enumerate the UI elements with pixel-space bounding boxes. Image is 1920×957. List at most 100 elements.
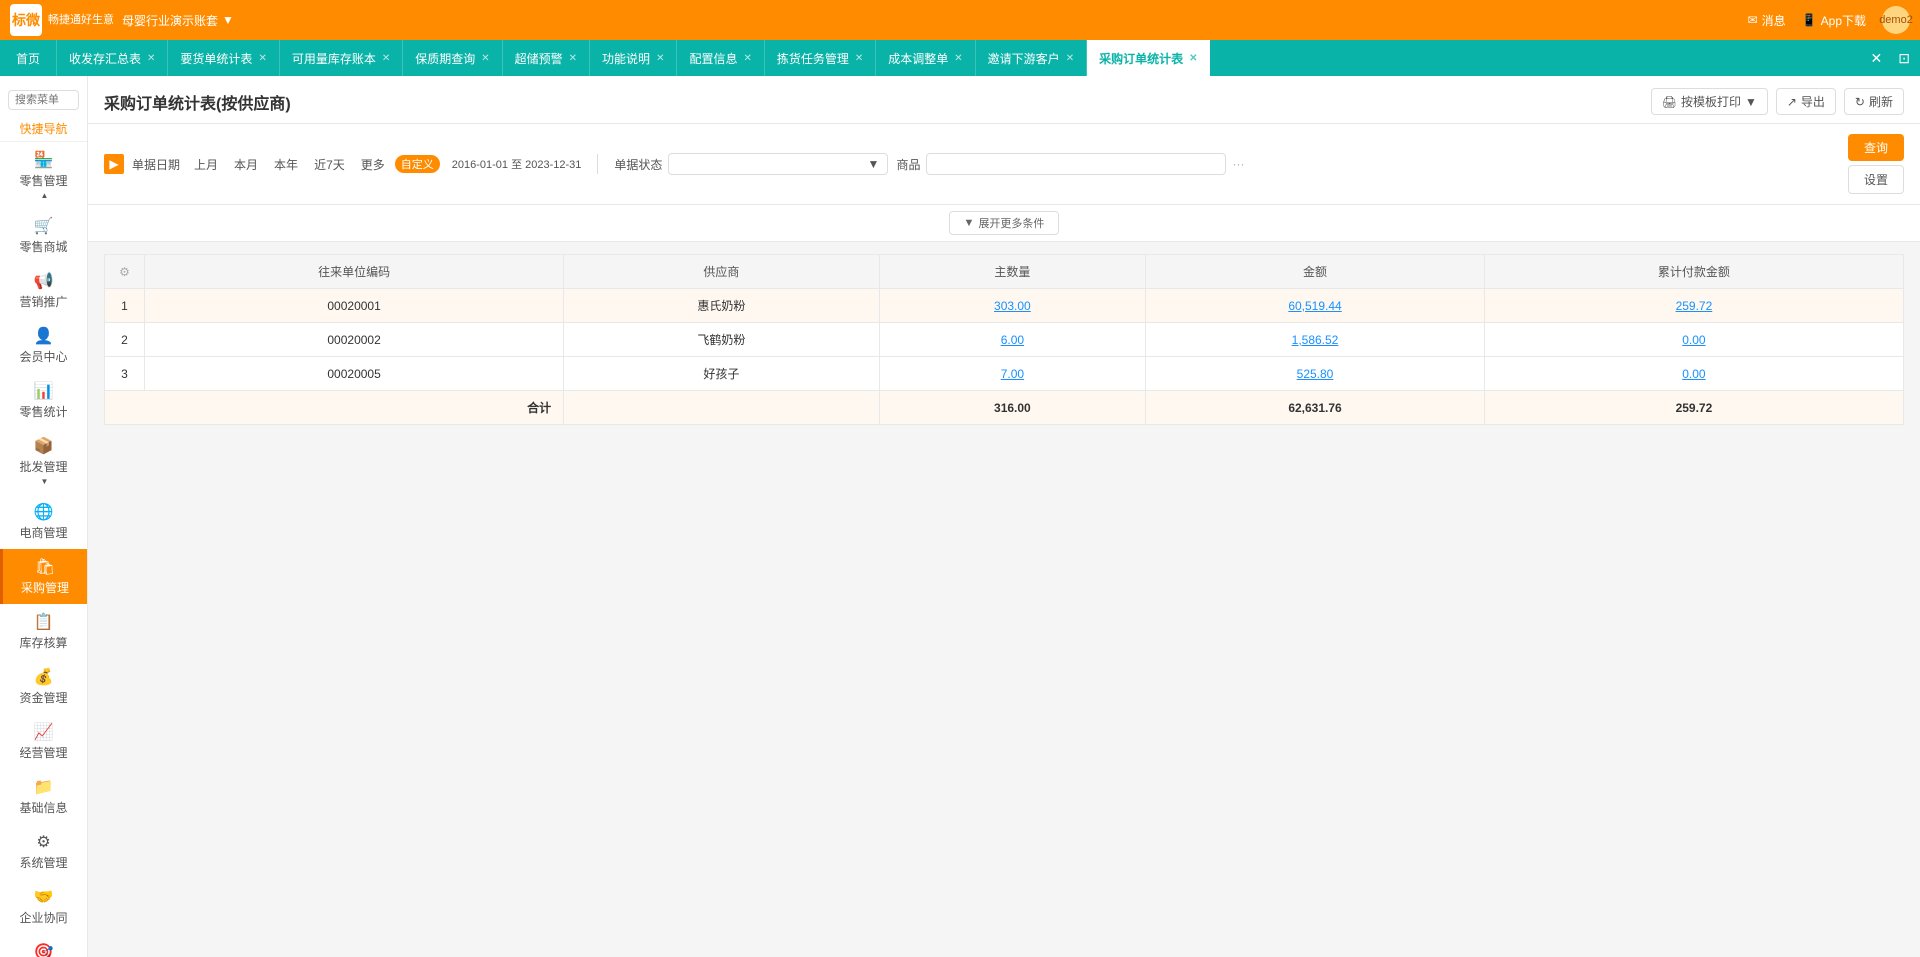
tab-home[interactable]: 首页 xyxy=(0,40,57,76)
status-filter-group: 单据状态 ▼ xyxy=(614,153,888,175)
row-amount-3[interactable]: 525.80 xyxy=(1146,357,1485,391)
row-main-qty-1[interactable]: 303.00 xyxy=(879,289,1146,323)
close-icon[interactable]: ✕ xyxy=(481,53,489,64)
sidebar-item-stock-verify[interactable]: 📋 库存核算 xyxy=(0,604,87,659)
row-main-qty-3[interactable]: 7.00 xyxy=(879,357,1146,391)
filter-bar: ▶ 单据日期 上月 本月 本年 近7天 更多 自定义 2016-01-01 至 … xyxy=(88,124,1920,205)
date-filter-label: 单据日期 xyxy=(132,156,180,173)
sidebar-item-retail-stats[interactable]: 📊 零售统计 xyxy=(0,373,87,428)
basic-icon: 📁 xyxy=(34,777,54,797)
tab-purchase-summary[interactable]: 采购订单统计表 ✕ xyxy=(1087,40,1210,76)
search-input[interactable] xyxy=(8,90,79,110)
date-cur-month-btn[interactable]: 本月 xyxy=(228,154,264,175)
main-layout: 快捷导航 🏪 零售管理 🛒 零售商城 📢 营销推广 👤 会员中心 📊 零售统计 … xyxy=(0,76,1920,957)
date-cur-year-btn[interactable]: 本年 xyxy=(268,154,304,175)
filter-toggle-btn[interactable]: ▶ xyxy=(104,154,124,174)
ecom-icon: 🌐 xyxy=(34,502,54,522)
user-avatar-btn[interactable]: demo2 xyxy=(1882,6,1910,34)
date-prev-month-btn[interactable]: 上月 xyxy=(188,154,224,175)
close-icon[interactable]: ✕ xyxy=(855,53,863,64)
tab-expiry-query[interactable]: 保质期查询 ✕ xyxy=(403,40,502,76)
wholesale-icon: 📦 xyxy=(34,436,54,456)
table-footer-row: 合计 316.00 62,631.76 259.72 xyxy=(105,391,1904,425)
sidebar-item-purchase-mgmt[interactable]: 🛍 采购管理 xyxy=(0,549,87,604)
row-paid-amount-1[interactable]: 259.72 xyxy=(1484,289,1903,323)
maximize-btn[interactable]: ⊡ xyxy=(1892,48,1916,69)
sidebar-item-retail-shop[interactable]: 🛒 零售商城 xyxy=(0,208,87,263)
tab-config-info[interactable]: 配置信息 ✕ xyxy=(677,40,764,76)
close-icon[interactable]: ✕ xyxy=(656,53,664,64)
col-settings[interactable]: ⚙ xyxy=(105,255,145,289)
message-btn[interactable]: ✉ 消息 xyxy=(1748,12,1786,29)
tab-order-summary[interactable]: 要货单统计表 ✕ xyxy=(168,40,279,76)
row-main-qty-2[interactable]: 6.00 xyxy=(879,323,1146,357)
close-icon[interactable]: ✕ xyxy=(258,53,266,64)
sidebar-item-ecom-mgmt[interactable]: 🌐 电商管理 xyxy=(0,494,87,549)
tab-function-desc[interactable]: 功能说明 ✕ xyxy=(590,40,677,76)
app-download-btn[interactable]: 📱 App下载 xyxy=(1802,12,1866,29)
date-quick-btns: 上月 本月 本年 近7天 更多 自定义 xyxy=(188,154,440,175)
date-7days-btn[interactable]: 近7天 xyxy=(308,154,351,175)
goods-filter-label: 商品 xyxy=(896,156,920,173)
close-icon[interactable]: ✕ xyxy=(1189,53,1197,64)
footer-main-qty: 316.00 xyxy=(879,391,1146,425)
sidebar-item-new-guide[interactable]: 🎯 新手引导 xyxy=(0,934,87,957)
date-more-btn[interactable]: 更多 xyxy=(355,154,391,175)
export-btn[interactable]: ↗ 导出 xyxy=(1776,88,1836,115)
query-btn[interactable]: 查询 xyxy=(1848,134,1904,161)
goods-more-btn[interactable]: ··· xyxy=(1232,157,1244,171)
close-icon[interactable]: ✕ xyxy=(954,53,962,64)
sidebar-item-marketing[interactable]: 📢 营销推广 xyxy=(0,263,87,318)
ops-icon: 📈 xyxy=(34,722,54,742)
close-icon[interactable]: ✕ xyxy=(1066,53,1074,64)
purchase-icon: 🛍 xyxy=(35,557,55,577)
close-icon[interactable]: ✕ xyxy=(569,53,577,64)
sidebar-item-member-center[interactable]: 👤 会员中心 xyxy=(0,318,87,373)
goods-filter-input[interactable] xyxy=(926,153,1226,175)
table-area: ⚙ 往来单位编码 供应商 主数量 金额 累计付款金额 1 00020001 惠氏… xyxy=(88,242,1920,957)
avatar: demo2 xyxy=(1882,6,1910,34)
sidebar-item-quick-nav[interactable]: 快捷导航 xyxy=(0,116,87,142)
member-icon: 👤 xyxy=(34,326,54,346)
data-table: ⚙ 往来单位编码 供应商 主数量 金额 累计付款金额 1 00020001 惠氏… xyxy=(104,254,1904,425)
retail-icon: 🏪 xyxy=(34,150,54,170)
settings-btn[interactable]: 设置 xyxy=(1848,165,1904,194)
tab-cost-adjust[interactable]: 成本调整单 ✕ xyxy=(876,40,975,76)
sidebar-item-basic-info[interactable]: 📁 基础信息 xyxy=(0,769,87,824)
stats-icon: 📊 xyxy=(34,381,54,401)
marketing-icon: 📢 xyxy=(34,271,54,291)
tab-available-stock[interactable]: 可用量库存账本 ✕ xyxy=(280,40,403,76)
sidebar-item-retail-mgmt[interactable]: 🏪 零售管理 xyxy=(0,142,87,208)
expand-more-btn[interactable]: ▼ 展开更多条件 xyxy=(949,211,1060,235)
tab-pick-task-mgmt[interactable]: 拣货任务管理 ✕ xyxy=(765,40,876,76)
page-header: 采购订单统计表(按供应商) 🖨 按模板打印 ▼ ↗ 导出 ↻ 刷新 xyxy=(88,76,1920,124)
close-icon[interactable]: ✕ xyxy=(382,53,390,64)
sidebar-item-enterprise-collab[interactable]: 🤝 企业协同 xyxy=(0,879,87,934)
status-filter-select[interactable]: ▼ xyxy=(668,153,888,175)
row-paid-amount-2[interactable]: 0.00 xyxy=(1484,323,1903,357)
tab-invite-customer[interactable]: 邀请下游客户 ✕ xyxy=(976,40,1087,76)
refresh-btn[interactable]: ↻ 刷新 xyxy=(1844,88,1904,115)
table-row: 1 00020001 惠氏奶粉 303.00 60,519.44 259.72 xyxy=(105,289,1904,323)
sidebar-item-sys-mgmt[interactable]: ⚙ 系统管理 xyxy=(0,824,87,879)
close-all-tabs-btn[interactable]: ✕ xyxy=(1865,48,1889,69)
download-icon: 📱 xyxy=(1802,13,1817,27)
close-icon[interactable]: ✕ xyxy=(743,53,751,64)
tab-overstock-alert[interactable]: 超储预警 ✕ xyxy=(503,40,590,76)
template-print-btn[interactable]: 🖨 按模板打印 ▼ xyxy=(1651,88,1768,115)
sidebar-item-finance-mgmt[interactable]: 💰 资金管理 xyxy=(0,659,87,714)
col-main-qty: 主数量 xyxy=(879,255,1146,289)
sidebar-item-ops-mgmt[interactable]: 📈 经营管理 xyxy=(0,714,87,769)
footer-paid-amount: 259.72 xyxy=(1484,391,1903,425)
row-amount-2[interactable]: 1,586.52 xyxy=(1146,323,1485,357)
close-icon[interactable]: ✕ xyxy=(147,53,155,64)
sidebar-item-wholesale-mgmt[interactable]: 📦 批发管理 xyxy=(0,428,87,494)
row-amount-1[interactable]: 60,519.44 xyxy=(1146,289,1485,323)
top-bar-left: 标微 畅捷通好生意 母婴行业演示账套 ▼ xyxy=(10,4,234,36)
sidebar: 快捷导航 🏪 零售管理 🛒 零售商城 📢 营销推广 👤 会员中心 📊 零售统计 … xyxy=(0,76,88,957)
row-paid-amount-3[interactable]: 0.00 xyxy=(1484,357,1903,391)
shop-icon: 🛒 xyxy=(34,216,54,236)
chevron-down-icon: ▼ xyxy=(222,13,234,27)
tab-collect-summary[interactable]: 收发存汇总表 ✕ xyxy=(57,40,168,76)
industry-selector[interactable]: 母婴行业演示账套 ▼ xyxy=(122,12,234,29)
